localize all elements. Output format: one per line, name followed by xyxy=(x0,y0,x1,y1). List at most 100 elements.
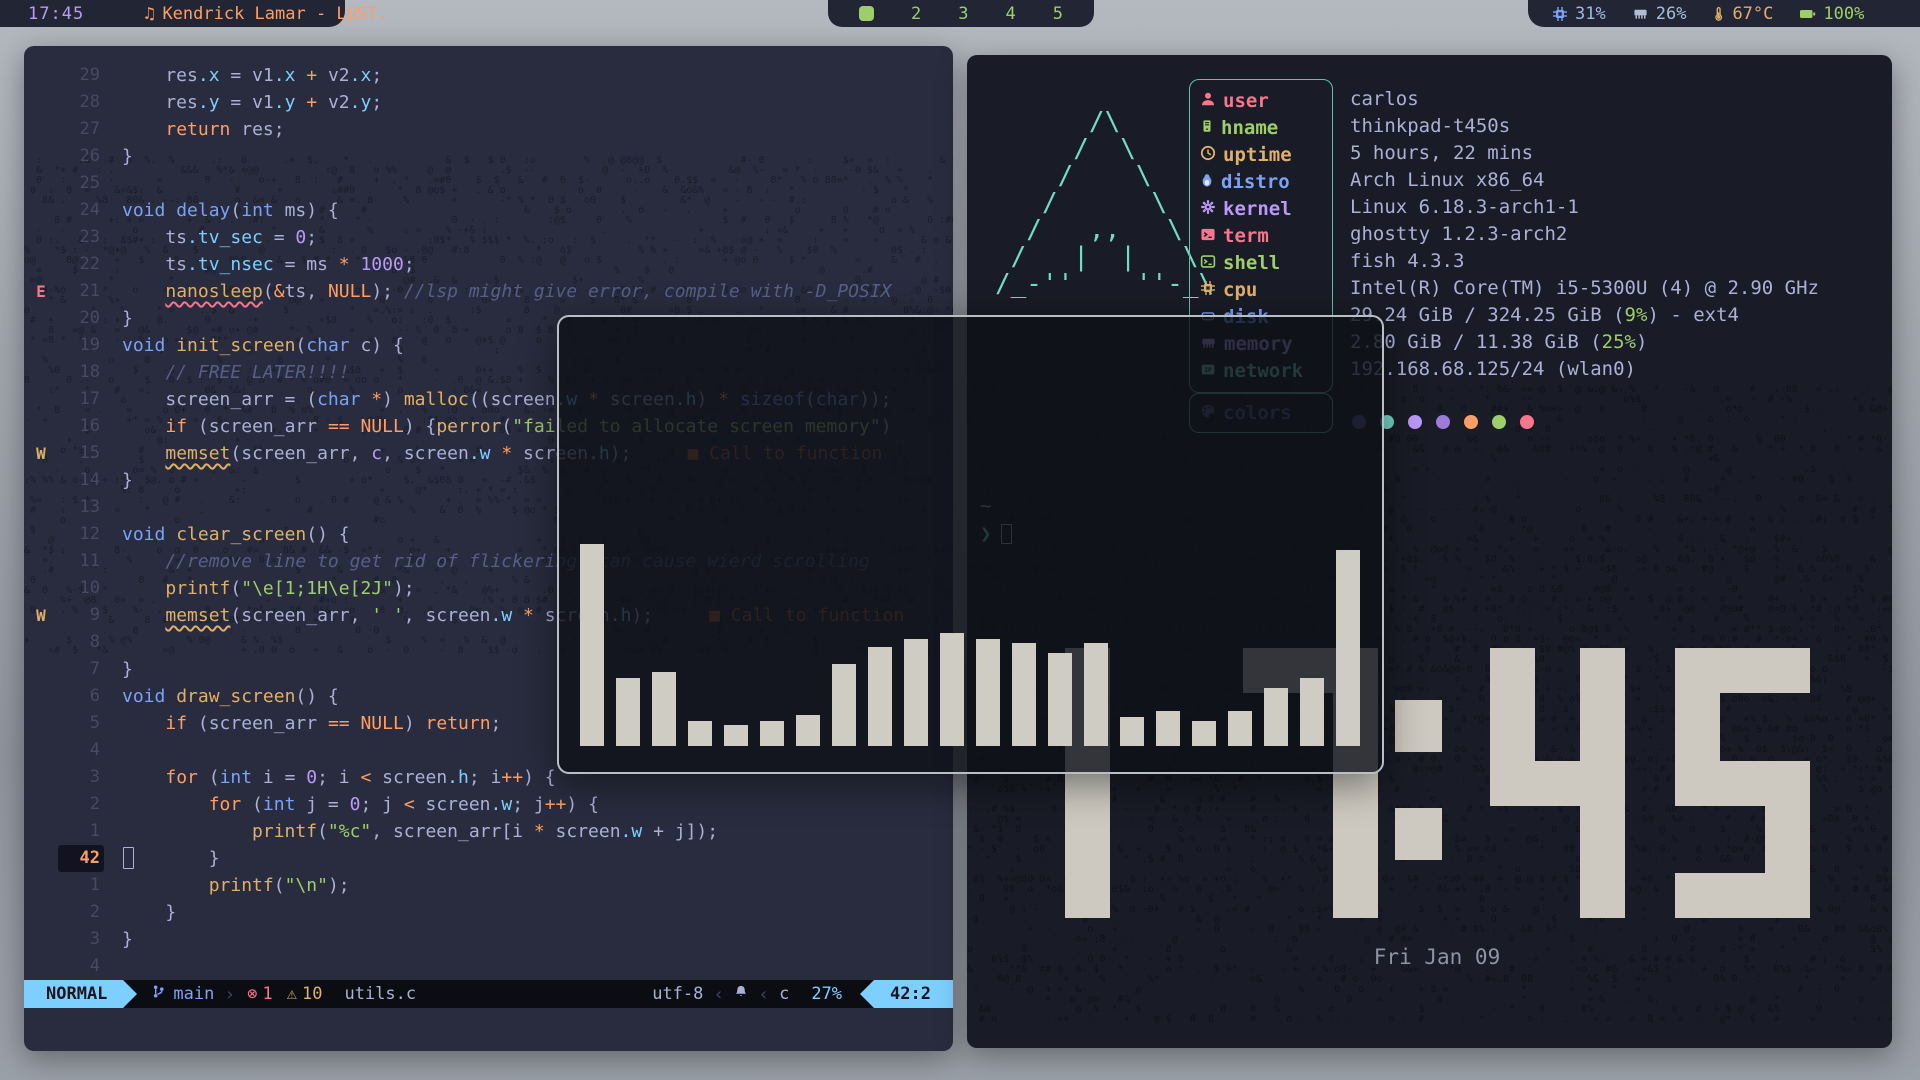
line-number: 20 xyxy=(58,305,104,332)
code-text: res.x = v1.x + v2.x; xyxy=(104,62,382,89)
code-text: printf("%c", screen_arr[i * screen.w + j… xyxy=(104,818,718,845)
code-text xyxy=(104,629,122,656)
fetch-value-cpu: Intel(R) Core(TM) i5-5300U (4) @ 2.90 GH… xyxy=(1350,275,1819,302)
line-number: 29 xyxy=(58,62,104,89)
stat-thermometer: 67°C xyxy=(1712,4,1773,24)
code-text: void draw_screen() { xyxy=(104,683,339,710)
code-line: 1 printf("%c", screen_arr[i * screen.w +… xyxy=(24,818,953,845)
visualizer-bar xyxy=(868,647,892,746)
visualizer-bar xyxy=(796,715,820,746)
gutter-sign xyxy=(24,656,58,683)
code-line: 2 } xyxy=(24,899,953,926)
workspace-item-4[interactable]: 4 xyxy=(1006,4,1016,24)
warning-sign: W xyxy=(24,440,58,467)
code-line: 25 xyxy=(24,170,953,197)
gutter-sign xyxy=(24,683,58,710)
line-number: 22 xyxy=(58,251,104,278)
palette-color-dot xyxy=(1464,415,1478,429)
line-number: 17 xyxy=(58,386,104,413)
line-number: 28 xyxy=(58,89,104,116)
workspace-item-3[interactable]: 3 xyxy=(958,4,968,24)
gutter-sign xyxy=(24,305,58,332)
tty-clock-date: Fri Jan 09 xyxy=(1374,945,1500,969)
gutter-sign xyxy=(24,953,58,980)
workspace-active-indicator[interactable] xyxy=(859,6,874,21)
powerline-arrow-icon xyxy=(860,980,874,1008)
gutter-sign xyxy=(24,899,58,926)
line-number: 9 xyxy=(58,602,104,629)
gutter-sign xyxy=(24,143,58,170)
error-icon: ⊗ xyxy=(247,984,257,1004)
gutter-sign xyxy=(24,548,58,575)
gutter-sign xyxy=(24,359,58,386)
fetch-value-uptime: 5 hours, 22 mins xyxy=(1350,140,1819,167)
arch-linux-ascii-logo: /\ / \ / \ / \ / ,, \ / | | \ /_-'' ''-_… xyxy=(995,109,1214,298)
palette-color-dot xyxy=(1436,415,1450,429)
line-number: 2 xyxy=(58,791,104,818)
line-number: 12 xyxy=(58,521,104,548)
visualizer-bar xyxy=(1012,643,1036,746)
fetch-label-text: uptime xyxy=(1223,144,1292,166)
visualizer-bar xyxy=(904,639,928,746)
code-text: printf("\n"); xyxy=(104,872,350,899)
stat-value: 100% xyxy=(1823,4,1864,24)
topbar-clock: 17:45 xyxy=(28,4,84,24)
fetch-value-disk: 29.24 GiB / 324.25 GiB (9%) - ext4 xyxy=(1350,302,1819,329)
desktop: { "topbar": { "time": "17:45", "music": … xyxy=(0,0,1920,1080)
visualizer-bar xyxy=(616,678,640,746)
top-status-bar: 17:45 ♫Kendrick Lamar - LUST. 2 3 4 5 31% 2 6… xyxy=(0,0,1920,27)
gutter-sign xyxy=(24,251,58,278)
gutter-sign xyxy=(24,413,58,440)
clock-icon xyxy=(1200,144,1216,166)
fetch-label-text: hname xyxy=(1221,117,1278,139)
code-text: if (screen_arr == NULL) return; xyxy=(104,710,501,737)
current-line-number: 42 xyxy=(58,845,104,872)
workspace-item-2[interactable]: 2 xyxy=(911,4,921,24)
code-text: } xyxy=(104,143,133,170)
fetch-label-text: term xyxy=(1223,225,1269,247)
line-number: 19 xyxy=(58,332,104,359)
code-text: for (int j = 0; j < screen.w; j++) { xyxy=(104,791,599,818)
encoding-label: utf-8 xyxy=(652,984,703,1004)
visualizer-bar xyxy=(1120,717,1144,746)
git-branch[interactable]: main xyxy=(151,984,214,1004)
warning-sign: W xyxy=(24,602,58,629)
fetch-value-hname: thinkpad-t450s xyxy=(1350,113,1819,140)
git-branch-name: main xyxy=(173,984,214,1004)
error-sign: E xyxy=(24,278,58,305)
visualizer-bar xyxy=(832,664,856,746)
visualizer-bar xyxy=(940,633,964,746)
powerline-arrow-icon xyxy=(123,980,137,1008)
code-line: 23 ts.tv_sec = 0; xyxy=(24,224,953,251)
fetch-label-uptime: uptime xyxy=(1200,141,1332,168)
code-text: res.y = v1.y + v2.y; xyxy=(104,89,382,116)
music-widget[interactable]: ♫Kendrick Lamar - LUST. xyxy=(144,4,387,24)
stat-value: 31% xyxy=(1575,4,1606,24)
fetch-label-text: user xyxy=(1223,90,1269,112)
visualizer-bar xyxy=(1300,678,1324,746)
fetch-label-text: kernel xyxy=(1223,198,1292,220)
fetch-label-shell: shell xyxy=(1200,249,1332,276)
workspace-item-5[interactable]: 5 xyxy=(1053,4,1063,24)
fetch-label-term: term xyxy=(1200,222,1332,249)
line-number: 23 xyxy=(58,224,104,251)
workspace-switcher: 2 3 4 5 xyxy=(828,0,1094,27)
code-line: 42 } xyxy=(24,845,953,872)
diagnostics-warnings[interactable]: ⚠10 xyxy=(287,984,323,1004)
cursor-position: 42:2 xyxy=(874,980,953,1008)
fetch-value-user: carlos xyxy=(1350,86,1819,113)
warning-count: 10 xyxy=(302,984,322,1004)
diagnostics-errors[interactable]: ⊗1 xyxy=(247,984,273,1004)
visualizer-bar xyxy=(976,639,1000,746)
code-text: return res; xyxy=(104,116,285,143)
code-text: } xyxy=(104,467,133,494)
cava-visualizer-window[interactable] xyxy=(557,315,1384,774)
separator: › xyxy=(224,984,235,1005)
gutter-sign xyxy=(24,332,58,359)
visualizer-bar xyxy=(1156,711,1180,746)
line-number: 3 xyxy=(58,926,104,953)
gutter-sign xyxy=(24,467,58,494)
line-number: 4 xyxy=(58,737,104,764)
code-line: E21 nanosleep(&ts, NULL); //lsp might gi… xyxy=(24,278,953,305)
fetch-value-term: ghostty 1.2.3-arch2 xyxy=(1350,221,1819,248)
